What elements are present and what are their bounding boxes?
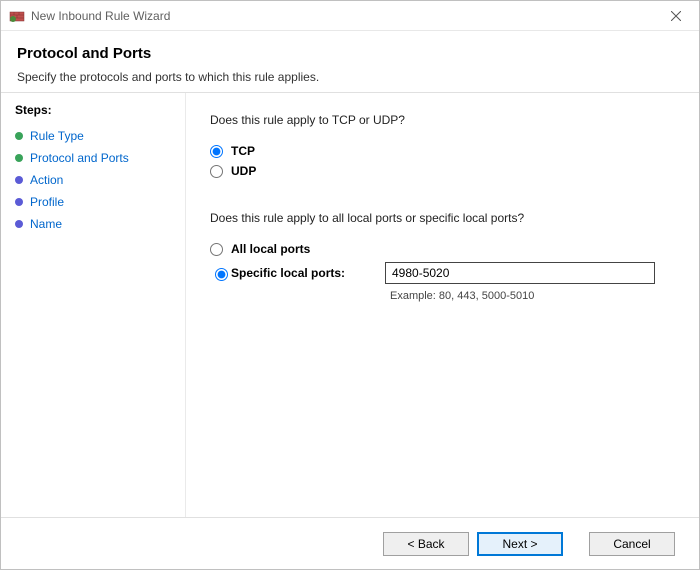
content-panel: Does this rule apply to TCP or UDP? TCP …: [186, 93, 699, 517]
step-profile[interactable]: Profile: [15, 191, 175, 213]
radio-specific-ports-label[interactable]: Specific local ports:: [231, 266, 381, 280]
step-bullet-icon: [15, 220, 23, 228]
page-title: Protocol and Ports: [17, 45, 683, 62]
step-link[interactable]: Protocol and Ports: [30, 151, 129, 165]
step-action[interactable]: Action: [15, 169, 175, 191]
step-link[interactable]: Profile: [30, 195, 64, 209]
radio-row-tcp[interactable]: TCP: [210, 141, 675, 161]
radio-tcp-label[interactable]: TCP: [231, 144, 255, 158]
step-rule-type[interactable]: Rule Type: [15, 125, 175, 147]
firewall-icon: [9, 8, 25, 24]
steps-panel: Steps: Rule Type Protocol and Ports Acti…: [1, 93, 186, 517]
wizard-window: New Inbound Rule Wizard Protocol and Por…: [0, 0, 700, 570]
radio-tcp[interactable]: [210, 145, 223, 158]
next-button[interactable]: Next >: [477, 532, 563, 556]
wizard-header: Protocol and Ports Specify the protocols…: [1, 31, 699, 92]
radio-udp-label[interactable]: UDP: [231, 164, 256, 178]
ports-radio-group: All local ports Specific local ports: Ex…: [210, 239, 675, 302]
step-link[interactable]: Action: [30, 173, 63, 187]
step-bullet-icon: [15, 198, 23, 206]
step-bullet-icon: [15, 132, 23, 140]
titlebar: New Inbound Rule Wizard: [1, 1, 699, 31]
radio-row-udp[interactable]: UDP: [210, 161, 675, 181]
step-bullet-icon: [15, 154, 23, 162]
wizard-body: Steps: Rule Type Protocol and Ports Acti…: [1, 92, 699, 517]
step-name[interactable]: Name: [15, 213, 175, 235]
close-icon: [671, 8, 681, 24]
radio-all-ports[interactable]: [210, 243, 223, 256]
specific-ports-input[interactable]: [385, 262, 655, 284]
step-link[interactable]: Name: [30, 217, 62, 231]
radio-all-ports-label[interactable]: All local ports: [231, 242, 310, 256]
radio-row-specific-ports[interactable]: Specific local ports:: [210, 259, 675, 287]
back-button[interactable]: < Back: [383, 532, 469, 556]
step-protocol-ports[interactable]: Protocol and Ports: [15, 147, 175, 169]
close-button[interactable]: [653, 1, 699, 30]
page-subtitle: Specify the protocols and ports to which…: [17, 70, 683, 84]
radio-specific-ports[interactable]: [215, 268, 228, 281]
protocol-radio-group: TCP UDP: [210, 141, 675, 181]
cancel-button[interactable]: Cancel: [589, 532, 675, 556]
question-protocol: Does this rule apply to TCP or UDP?: [210, 113, 675, 127]
steps-label: Steps:: [15, 103, 175, 117]
window-title: New Inbound Rule Wizard: [31, 9, 653, 23]
step-bullet-icon: [15, 176, 23, 184]
radio-row-all-ports[interactable]: All local ports: [210, 239, 675, 259]
radio-udp[interactable]: [210, 165, 223, 178]
step-link[interactable]: Rule Type: [30, 129, 84, 143]
ports-example: Example: 80, 443, 5000-5010: [390, 290, 675, 302]
question-ports: Does this rule apply to all local ports …: [210, 211, 675, 225]
wizard-footer: < Back Next > Cancel: [1, 517, 699, 569]
